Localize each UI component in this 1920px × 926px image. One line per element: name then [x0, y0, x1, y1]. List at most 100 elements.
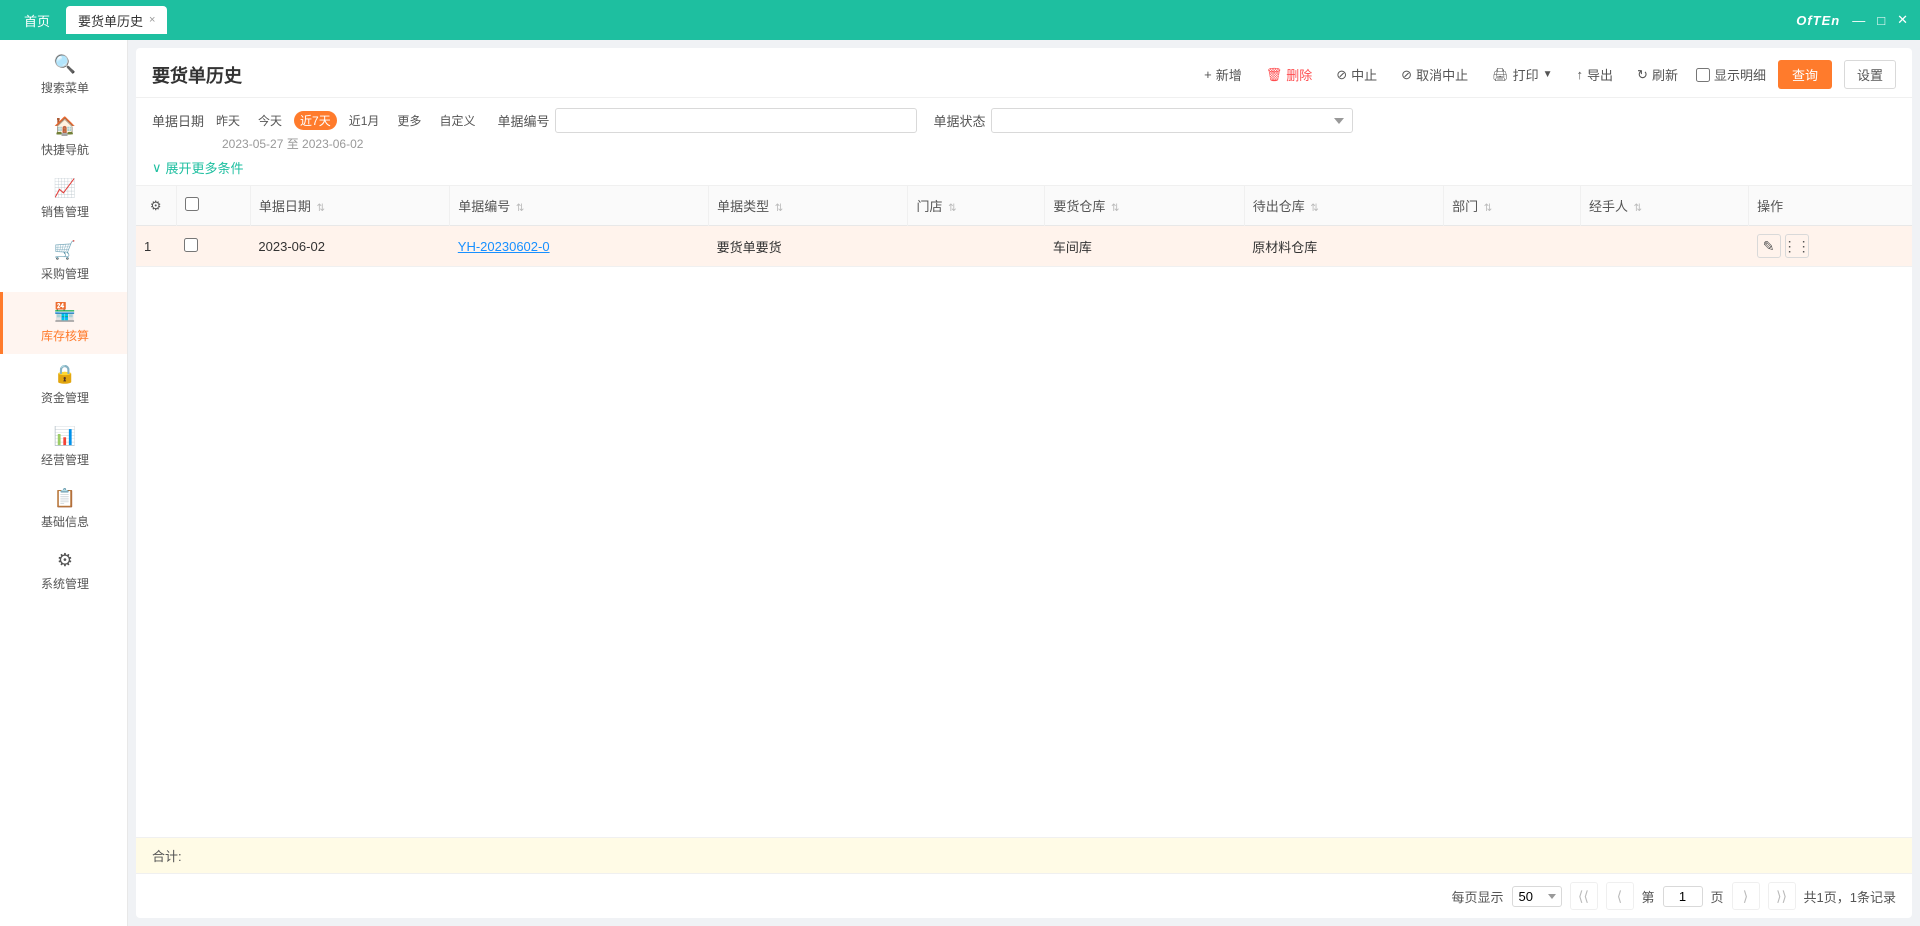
maximize-btn[interactable]: □ — [1877, 13, 1885, 28]
date-btn-custom[interactable]: 自定义 — [433, 111, 481, 130]
status-select[interactable] — [991, 108, 1353, 133]
close-btn[interactable]: ✕ — [1897, 12, 1908, 28]
first-page-btn[interactable]: ⟨⟨ — [1570, 882, 1598, 910]
tab-requisition-history[interactable]: 要货单历史 × — [66, 6, 167, 34]
new-button[interactable]: + 新增 — [1198, 61, 1248, 88]
stop-icon: ⊘ — [1336, 67, 1347, 83]
more-icon: ⋮⋮ — [1783, 238, 1811, 255]
table-footer: 合计: — [136, 837, 1912, 873]
sidebar-item-sys-mgmt[interactable]: ⚙ 系统管理 — [0, 540, 127, 602]
sort-req-warehouse-icon[interactable]: ⇅ — [1111, 203, 1119, 214]
td-checkbox — [176, 226, 250, 267]
date-btn-1month[interactable]: 近1月 — [343, 111, 386, 130]
refresh-button[interactable]: ↻ 刷新 — [1631, 61, 1684, 88]
stop-button[interactable]: ⊘ 中止 — [1330, 61, 1383, 88]
pagination-summary: 共1页，1条记录 — [1804, 887, 1896, 906]
table-wrap: ⚙ 单据日期 ⇅ 单据编号 ⇅ — [136, 186, 1912, 837]
th-doc-no: 单据编号 ⇅ — [450, 186, 709, 226]
td-req-warehouse: 车间库 — [1045, 226, 1244, 267]
page-title: 要货单历史 — [152, 62, 1198, 88]
sort-pending-warehouse-icon[interactable]: ⇅ — [1310, 203, 1318, 214]
sort-doc-date-icon[interactable]: ⇅ — [317, 203, 325, 214]
main-content: 要货单历史 + 新增 🗑 删除 ⊘ 中止 ⊘ — [128, 40, 1920, 926]
date-label: 单据日期 — [152, 111, 204, 130]
date-btn-7days[interactable]: 近7天 — [294, 111, 337, 130]
expand-more-icon: ∨ — [152, 160, 162, 176]
print-dropdown-icon: ▼ — [1543, 69, 1553, 80]
sidebar-item-ops-mgmt[interactable]: 📊 经营管理 — [0, 416, 127, 478]
new-label: 新增 — [1216, 65, 1242, 84]
delete-button[interactable]: 🗑 删除 — [1260, 61, 1319, 88]
action-edit-btn[interactable]: ✎ — [1757, 234, 1781, 258]
sidebar-item-finance-mgmt[interactable]: 🔒 资金管理 — [0, 354, 127, 416]
sidebar-item-label: 经营管理 — [41, 451, 89, 468]
sort-handler-icon[interactable]: ⇅ — [1634, 203, 1642, 214]
inventory-icon: 🏪 — [54, 302, 76, 323]
export-button[interactable]: ↑ 导出 — [1571, 61, 1620, 88]
action-more-btn[interactable]: ⋮⋮ — [1785, 234, 1809, 258]
next-page-btn[interactable]: ⟩ — [1732, 882, 1760, 910]
th-actions: 操作 — [1749, 186, 1912, 226]
show-detail-checkbox[interactable] — [1696, 68, 1710, 82]
per-page-select[interactable]: 10 20 50 100 — [1512, 886, 1562, 907]
sidebar-item-search-menu[interactable]: 🔍 搜索菜单 — [0, 44, 127, 106]
date-shortcuts: 昨天 今天 近7天 近1月 更多 自定义 — [210, 111, 481, 130]
sidebar-item-label: 销售管理 — [41, 203, 89, 220]
delete-label: 删除 — [1286, 65, 1312, 84]
expand-more-button[interactable]: ∨ 展开更多条件 — [152, 158, 1896, 177]
select-all-checkbox[interactable] — [185, 197, 199, 211]
page-label: 第 — [1642, 887, 1655, 906]
query-label: 查询 — [1792, 65, 1818, 84]
docno-input[interactable] — [555, 108, 917, 133]
pagination-bar: 每页显示 10 20 50 100 ⟨⟨ ⟨ 第 页 ⟩ ⟩⟩ 共1页，1条记录 — [136, 873, 1912, 918]
top-bar: 首页 要货单历史 × OfTEn — □ ✕ — [0, 0, 1920, 40]
sidebar: 🔍 搜索菜单 🏠 快捷导航 📈 销售管理 🛒 采购管理 🏪 库存核算 🔒 资金管… — [0, 40, 128, 926]
sidebar-item-sales-mgmt[interactable]: 📈 销售管理 — [0, 168, 127, 230]
td-department — [1444, 226, 1581, 267]
filter-row-1: 单据日期 昨天 今天 近7天 近1月 更多 自定义 单据编号 — [152, 108, 1896, 133]
sort-doc-no-icon[interactable]: ⇅ — [516, 203, 524, 214]
show-detail-checkbox-label[interactable]: 显示明细 — [1696, 65, 1766, 84]
sidebar-item-label: 资金管理 — [41, 389, 89, 406]
print-button[interactable]: 🖨 打印 ▼ — [1486, 61, 1558, 88]
sidebar-item-purchase-mgmt[interactable]: 🛒 采购管理 — [0, 230, 127, 292]
sidebar-item-quick-nav[interactable]: 🏠 快捷导航 — [0, 106, 127, 168]
sort-department-icon[interactable]: ⇅ — [1484, 203, 1492, 214]
sidebar-item-inventory[interactable]: 🏪 库存核算 — [0, 292, 127, 354]
export-label: 导出 — [1587, 65, 1613, 84]
data-table: ⚙ 单据日期 ⇅ 单据编号 ⇅ — [136, 186, 1912, 267]
export-icon: ↑ — [1577, 67, 1584, 82]
cancel-stop-button[interactable]: ⊘ 取消中止 — [1395, 61, 1474, 88]
tab-requisition-label: 要货单历史 — [78, 11, 143, 30]
current-page-input[interactable] — [1663, 886, 1703, 907]
tab-close-icon[interactable]: × — [149, 14, 155, 26]
th-doc-type: 单据类型 ⇅ — [709, 186, 908, 226]
doc-no-link[interactable]: YH-20230602-0 — [458, 239, 550, 254]
window-controls: OfTEn — □ ✕ — [1796, 12, 1908, 28]
td-doc-no: YH-20230602-0 — [450, 226, 709, 267]
refresh-label: 刷新 — [1652, 65, 1678, 84]
settings-button[interactable]: 设置 — [1844, 60, 1896, 89]
sort-store-icon[interactable]: ⇅ — [948, 203, 956, 214]
date-btn-yesterday[interactable]: 昨天 — [210, 111, 246, 130]
action-cell: ✎ ⋮⋮ — [1757, 234, 1904, 258]
table-header-row: ⚙ 单据日期 ⇅ 单据编号 ⇅ — [136, 186, 1912, 226]
minimize-btn[interactable]: — — [1852, 13, 1865, 28]
page-header: 要货单历史 + 新增 🗑 删除 ⊘ 中止 ⊘ — [136, 48, 1912, 98]
sidebar-item-base-info[interactable]: 📋 基础信息 — [0, 478, 127, 540]
th-pending-warehouse: 待出仓库 ⇅ — [1244, 186, 1443, 226]
prev-page-btn[interactable]: ⟨ — [1606, 882, 1634, 910]
sidebar-item-label: 库存核算 — [41, 327, 89, 344]
tab-home[interactable]: 首页 — [12, 6, 62, 34]
date-btn-today[interactable]: 今天 — [252, 111, 288, 130]
th-settings[interactable]: ⚙ — [136, 186, 176, 226]
date-btn-more[interactable]: 更多 — [391, 111, 427, 130]
sort-doc-type-icon[interactable]: ⇅ — [775, 203, 783, 214]
td-doc-date: 2023-06-02 — [250, 226, 449, 267]
last-page-btn[interactable]: ⟩⟩ — [1768, 882, 1796, 910]
td-doc-type: 要货单要货 — [709, 226, 908, 267]
filter-area: 单据日期 昨天 今天 近7天 近1月 更多 自定义 单据编号 — [136, 98, 1912, 186]
td-actions: ✎ ⋮⋮ — [1749, 226, 1912, 267]
query-button[interactable]: 查询 — [1778, 60, 1832, 89]
row-checkbox[interactable] — [184, 238, 198, 252]
